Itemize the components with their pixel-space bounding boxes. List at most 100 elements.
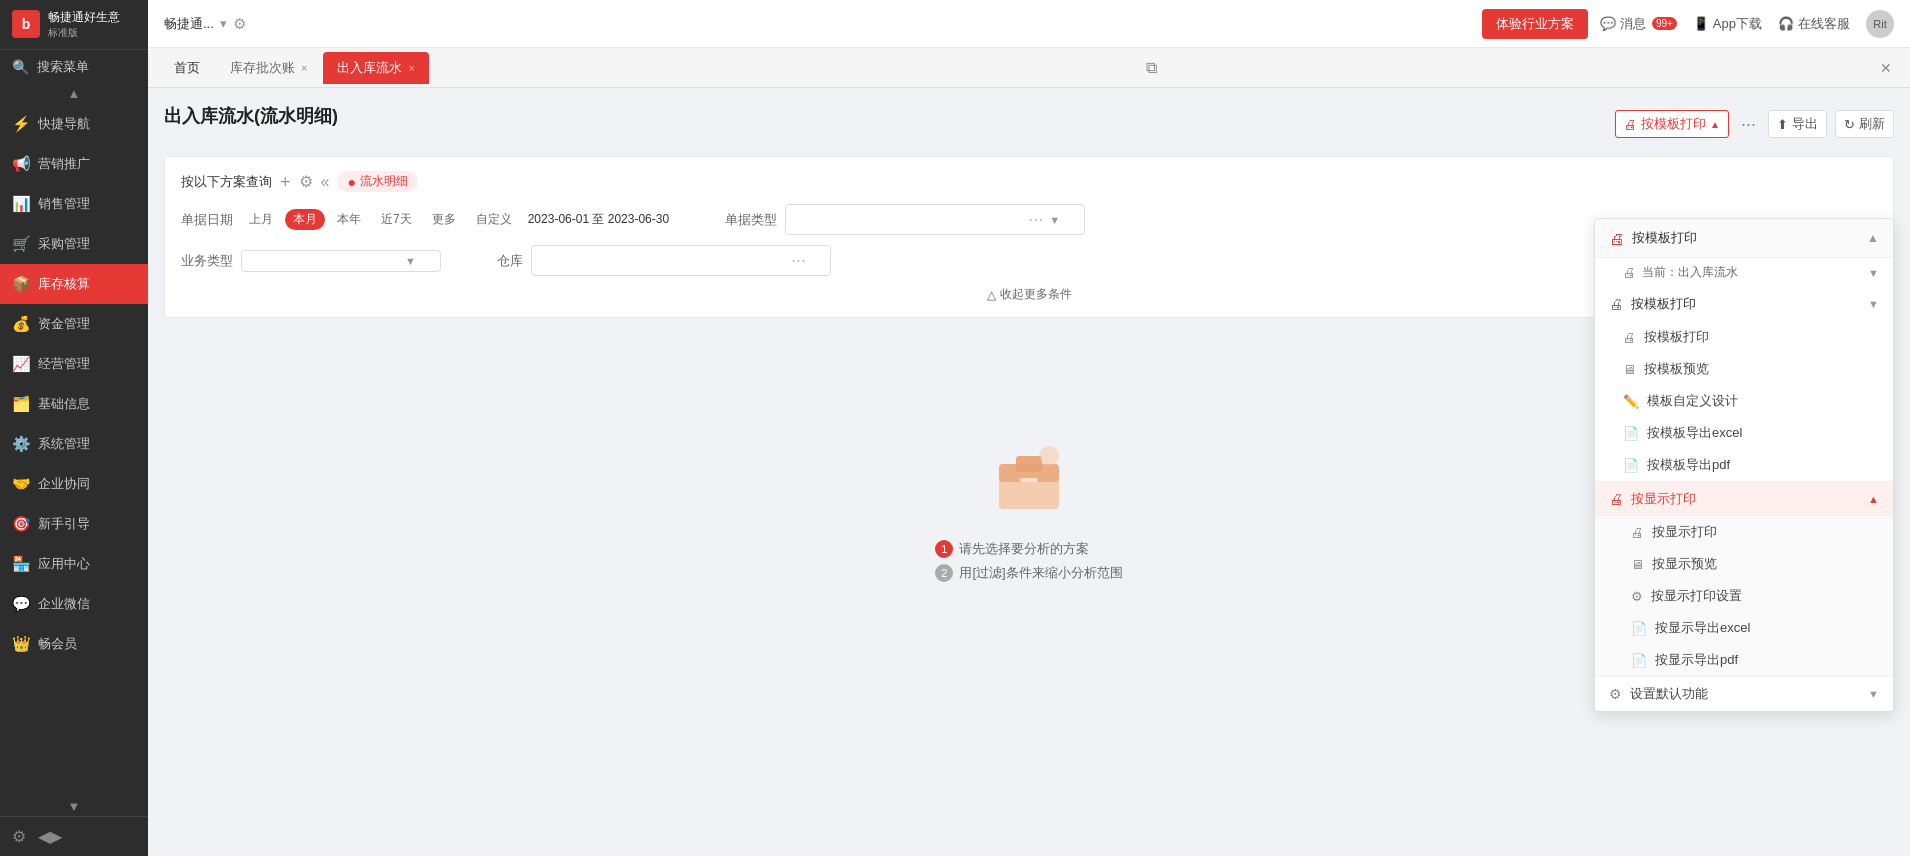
date-range: 2023-06-01 至 2023-06-30 xyxy=(528,211,669,228)
bill-type-more[interactable]: ··· xyxy=(1028,209,1043,230)
tab-close-icon[interactable]: × xyxy=(301,62,307,74)
print-icon: 🖨 xyxy=(1624,117,1637,132)
message-btn[interactable]: 💬 消息 99+ xyxy=(1600,15,1677,33)
design-item-label: 模板自定义设计 xyxy=(1647,392,1738,410)
refresh-label: 刷新 xyxy=(1859,115,1885,133)
sidebar-item-business[interactable]: 📈 经营管理 xyxy=(0,344,148,384)
topbar-right: 💬 消息 99+ 📱 App下载 🎧 在线客服 Rit xyxy=(1600,10,1894,38)
sidebar-item-guide[interactable]: 🎯 新手引导 xyxy=(0,504,148,544)
tab-close-active-icon[interactable]: × xyxy=(408,62,414,74)
filter-collapse-btn[interactable]: « xyxy=(321,173,330,191)
step1-num: 1 xyxy=(935,540,953,558)
display-excel-item[interactable]: 📄 按显示导出excel xyxy=(1595,612,1893,644)
warehouse-select[interactable]: ··· xyxy=(531,245,831,276)
svg-rect-2 xyxy=(1016,456,1042,472)
display-pdf-item[interactable]: 📄 按显示导出pdf xyxy=(1595,644,1893,676)
sidebar-item-finance[interactable]: 💰 资金管理 xyxy=(0,304,148,344)
inventory-icon: 📦 xyxy=(12,275,30,293)
sidebar-item-inventory[interactable]: 📦 库存核算 xyxy=(0,264,148,304)
sidebar-item-purchase[interactable]: 🛒 采购管理 xyxy=(0,224,148,264)
user-name: 畅捷通... xyxy=(164,15,214,33)
dropdown-icon[interactable]: ▾ xyxy=(220,16,227,31)
message-badge: 99+ xyxy=(1652,17,1677,30)
step2-num: 2 xyxy=(935,564,953,582)
tab-restore-btn[interactable]: ⧉ xyxy=(1140,59,1163,77)
topbar-user: 畅捷通... ▾ ⚙ xyxy=(164,15,1470,33)
print-template-btn[interactable]: 🖨 按模板打印 ▲ xyxy=(1615,110,1729,138)
design-item-icon: ✏️ xyxy=(1623,394,1639,409)
set-default-item[interactable]: ⚙ 设置默认功能 ▼ xyxy=(1595,677,1893,711)
export-btn[interactable]: ⬆ 导出 xyxy=(1768,110,1827,138)
sidebar-nav: ⚡ 快捷导航 📢 营销推广 📊 销售管理 🛒 采购管理 📦 库存核算 💰 资金管… xyxy=(0,104,148,796)
settings-icon[interactable]: ⚙ xyxy=(12,827,26,846)
print-panel-close-btn[interactable]: ▲ xyxy=(1867,231,1879,245)
template-print-item[interactable]: 🖨 按模板打印 xyxy=(1595,321,1893,353)
tabs-bar: 首页 库存批次账 × 出入库流水 × ⧉ ✕ xyxy=(148,48,1910,88)
filter-tag[interactable]: ● 流水明细 xyxy=(337,171,417,192)
service-icon: 🎧 xyxy=(1778,16,1794,31)
template-print-submenu: 🖨 按模板打印 🖥 按模板预览 ✏️ 模板自定义设计 📄 按模板导出excel xyxy=(1595,321,1893,481)
template-preview-item[interactable]: 🖥 按模板预览 xyxy=(1595,353,1893,385)
display-print-item[interactable]: 🖨 按显示打印 xyxy=(1595,516,1893,548)
collapse-sidebar-icon[interactable]: ◀▶ xyxy=(38,827,62,846)
sidebar-item-collab[interactable]: 🤝 企业协同 xyxy=(0,464,148,504)
filter-settings-btn[interactable]: ⚙ xyxy=(299,172,313,191)
marketing-icon: 📢 xyxy=(12,155,30,173)
tab-inventory-batch-label: 库存批次账 xyxy=(230,59,295,77)
app-download-btn[interactable]: 📱 App下载 xyxy=(1693,15,1762,33)
sidebar-search[interactable]: 🔍 搜索菜单 xyxy=(0,50,148,84)
refresh-btn[interactable]: ↻ 刷新 xyxy=(1835,110,1894,138)
date-tab-custom[interactable]: 自定义 xyxy=(468,209,520,230)
svg-point-4 xyxy=(1039,446,1059,466)
current-arrow[interactable]: ▼ xyxy=(1868,267,1879,279)
bill-type-select[interactable]: ··· ▼ xyxy=(785,204,1085,235)
date-tab-this-year[interactable]: 本年 xyxy=(329,209,369,230)
template-design-item[interactable]: ✏️ 模板自定义设计 xyxy=(1595,385,1893,417)
template-excel-item[interactable]: 📄 按模板导出excel xyxy=(1595,417,1893,449)
header-more-btn[interactable]: ··· xyxy=(1737,114,1760,135)
print-item-label: 按模板打印 xyxy=(1644,328,1709,346)
sidebar-item-vip[interactable]: 👑 畅会员 xyxy=(0,624,148,664)
sidebar-item-system[interactable]: ⚙️ 系统管理 xyxy=(0,424,148,464)
date-tab-more[interactable]: 更多 xyxy=(424,209,464,230)
template-print-header[interactable]: 🖨 按模板打印 ▼ xyxy=(1595,287,1893,321)
sidebar-item-basic[interactable]: 🗂️ 基础信息 xyxy=(0,384,148,424)
preview-item-icon: 🖥 xyxy=(1623,362,1636,377)
sidebar-item-appstore[interactable]: 🏪 应用中心 xyxy=(0,544,148,584)
collapse-btn[interactable]: △ 收起更多条件 xyxy=(987,286,1072,303)
sidebar-scroll-down[interactable]: ▼ xyxy=(0,796,148,816)
disp-excel-label: 按显示导出excel xyxy=(1655,619,1750,637)
template-print-label: 按模板打印 xyxy=(1631,295,1696,313)
sidebar-item-marketing[interactable]: 📢 营销推广 xyxy=(0,144,148,184)
online-service-label: 在线客服 xyxy=(1798,15,1850,33)
sidebar-item-quick-nav[interactable]: ⚡ 快捷导航 xyxy=(0,104,148,144)
sidebar-item-wechat[interactable]: 💬 企业微信 xyxy=(0,584,148,624)
industry-btn[interactable]: 体验行业方案 xyxy=(1482,9,1588,39)
display-print-header[interactable]: 🖨 按显示打印 ▲ xyxy=(1595,482,1893,516)
warehouse-more[interactable]: ··· xyxy=(791,250,806,271)
collapse-label: 收起更多条件 xyxy=(1000,286,1072,303)
date-tab-this-month[interactable]: 本月 xyxy=(285,209,325,230)
template-pdf-item[interactable]: 📄 按模板导出pdf xyxy=(1595,449,1893,481)
biz-type-select[interactable]: ▼ xyxy=(241,250,441,272)
current-item: 🖨 当前：出入库流水 ▼ xyxy=(1595,258,1893,287)
display-preview-item[interactable]: 🖥 按显示预览 xyxy=(1595,548,1893,580)
set-default-label: 设置默认功能 xyxy=(1630,685,1708,703)
tab-expand-btn[interactable]: ✕ xyxy=(1874,60,1898,76)
date-tab-last-month[interactable]: 上月 xyxy=(241,209,281,230)
user-avatar[interactable]: Rit xyxy=(1866,10,1894,38)
excel-item-label: 按模板导出excel xyxy=(1647,424,1742,442)
template-print-icon: 🖨 xyxy=(1609,296,1623,312)
sidebar-item-label: 应用中心 xyxy=(38,555,90,573)
tab-inventory-batch[interactable]: 库存批次账 × xyxy=(216,52,321,84)
display-settings-item[interactable]: ⚙ 按显示打印设置 xyxy=(1595,580,1893,612)
tab-inventory-flow[interactable]: 出入库流水 × xyxy=(323,52,428,84)
settings-gear-icon[interactable]: ⚙ xyxy=(233,15,246,33)
online-service-btn[interactable]: 🎧 在线客服 xyxy=(1778,15,1850,33)
disp-preview-label: 按显示预览 xyxy=(1652,555,1717,573)
sidebar-scroll-up[interactable]: ▲ xyxy=(0,84,148,104)
sidebar-item-sales[interactable]: 📊 销售管理 xyxy=(0,184,148,224)
date-tab-7days[interactable]: 近7天 xyxy=(373,209,420,230)
filter-add-btn[interactable]: + xyxy=(280,173,291,191)
tab-home[interactable]: 首页 xyxy=(160,52,214,84)
